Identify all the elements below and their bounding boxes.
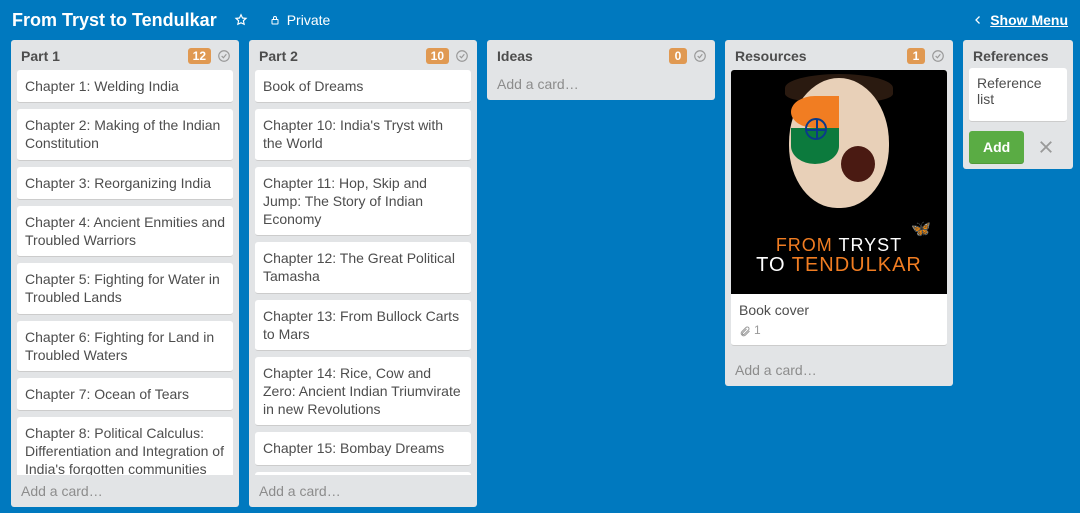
list-header[interactable]: References bbox=[963, 40, 1073, 68]
list-header[interactable]: Ideas 0 bbox=[487, 40, 715, 68]
card-count-badge: 0 bbox=[669, 48, 687, 64]
card[interactable]: Chapter 13: From Bullock Carts to Mars bbox=[255, 300, 471, 351]
card[interactable]: Chapter 6: Fighting for Land in Troubled… bbox=[17, 321, 233, 372]
list-header[interactable]: Part 2 10 bbox=[249, 40, 477, 68]
subscribe-icon[interactable] bbox=[455, 49, 469, 63]
add-button[interactable]: Add bbox=[969, 131, 1024, 163]
show-menu-label: Show Menu bbox=[990, 12, 1068, 28]
chevron-left-icon bbox=[972, 14, 984, 26]
lock-icon bbox=[269, 14, 281, 26]
board-title[interactable]: From Tryst to Tendulkar bbox=[12, 10, 217, 31]
card[interactable]: Chapter 1: Welding India bbox=[17, 70, 233, 103]
card-composer: Add bbox=[963, 68, 1073, 169]
board-header: From Tryst to Tendulkar Private Show Men… bbox=[0, 0, 1080, 40]
card-cover-image: 🦋 FROM TRYST TO TENDULKAR bbox=[731, 70, 947, 294]
card-count-badge: 12 bbox=[188, 48, 211, 64]
card[interactable]: Chapter 3: Reorganizing India bbox=[17, 167, 233, 200]
list-resources: Resources 1 🦋 FROM TRYST bbox=[725, 40, 953, 386]
list-references: References Add bbox=[963, 40, 1073, 169]
attachment-icon bbox=[739, 325, 751, 337]
add-card-button[interactable]: Add a card… bbox=[487, 68, 715, 100]
list-part1: Part 1 12 Chapter 1: Welding India Chapt… bbox=[11, 40, 239, 507]
list-ideas: Ideas 0 Add a card… bbox=[487, 40, 715, 100]
star-icon[interactable] bbox=[227, 6, 255, 34]
list-title: References bbox=[973, 48, 1065, 64]
card[interactable]: Chapter 4: Ancient Enmities and Troubled… bbox=[17, 206, 233, 257]
card[interactable]: Chapter 8: Political Calculus: Different… bbox=[17, 417, 233, 475]
list-part2: Part 2 10 Book of Dreams Chapter 10: Ind… bbox=[249, 40, 477, 507]
card[interactable]: Chapter 15: Bombay Dreams bbox=[255, 432, 471, 465]
card[interactable]: Book of Dreams bbox=[255, 70, 471, 103]
card-count-badge: 1 bbox=[907, 48, 925, 64]
card[interactable]: Chapter 14: Rice, Cow and Zero: Ancient … bbox=[255, 357, 471, 427]
add-card-button[interactable]: Add a card… bbox=[11, 475, 239, 507]
attachment-count: 1 bbox=[754, 323, 761, 339]
subscribe-icon[interactable] bbox=[217, 49, 231, 63]
card[interactable]: Chapter 5: Fighting for Water in Trouble… bbox=[17, 263, 233, 314]
board-canvas: Part 1 12 Chapter 1: Welding India Chapt… bbox=[0, 40, 1080, 513]
list-title: Ideas bbox=[497, 48, 669, 64]
close-icon bbox=[1037, 138, 1055, 156]
card[interactable]: Chapter 2: Making of the Indian Constitu… bbox=[17, 109, 233, 160]
add-card-button[interactable]: Add a card… bbox=[725, 354, 953, 386]
privacy-button[interactable]: Private bbox=[259, 6, 341, 34]
list-title: Part 2 bbox=[259, 48, 426, 64]
list-title: Resources bbox=[735, 48, 907, 64]
list-header[interactable]: Resources 1 bbox=[725, 40, 953, 68]
list-title: Part 1 bbox=[21, 48, 188, 64]
add-card-button[interactable]: Add a card… bbox=[249, 475, 477, 507]
composer-input[interactable] bbox=[969, 68, 1067, 122]
subscribe-icon[interactable] bbox=[931, 49, 945, 63]
card[interactable]: Chapter 7: Ocean of Tears bbox=[17, 378, 233, 411]
card-book-cover[interactable]: 🦋 FROM TRYST TO TENDULKAR Book cover 1 bbox=[731, 70, 947, 346]
privacy-label: Private bbox=[287, 12, 331, 28]
list-header[interactable]: Part 1 12 bbox=[11, 40, 239, 68]
subscribe-icon[interactable] bbox=[693, 49, 707, 63]
card-title: Book cover bbox=[739, 301, 939, 319]
card-badges: 1 bbox=[739, 323, 939, 339]
list-cards: Book of Dreams Chapter 10: India's Tryst… bbox=[249, 68, 477, 475]
list-cards: Chapter 1: Welding India Chapter 2: Maki… bbox=[11, 68, 239, 475]
close-composer-button[interactable] bbox=[1034, 135, 1058, 159]
card[interactable]: Chapter 12: The Great Political Tamasha bbox=[255, 242, 471, 293]
list-cards: 🦋 FROM TRYST TO TENDULKAR Book cover 1 bbox=[725, 68, 953, 354]
card-count-badge: 10 bbox=[426, 48, 449, 64]
card[interactable]: Chapter 10: India's Tryst with the World bbox=[255, 109, 471, 160]
show-menu-button[interactable]: Show Menu bbox=[972, 12, 1068, 28]
card[interactable]: Chapter 11: Hop, Skip and Jump: The Stor… bbox=[255, 167, 471, 237]
cover-art-title: FROM TRYST TO TENDULKAR bbox=[731, 236, 947, 276]
